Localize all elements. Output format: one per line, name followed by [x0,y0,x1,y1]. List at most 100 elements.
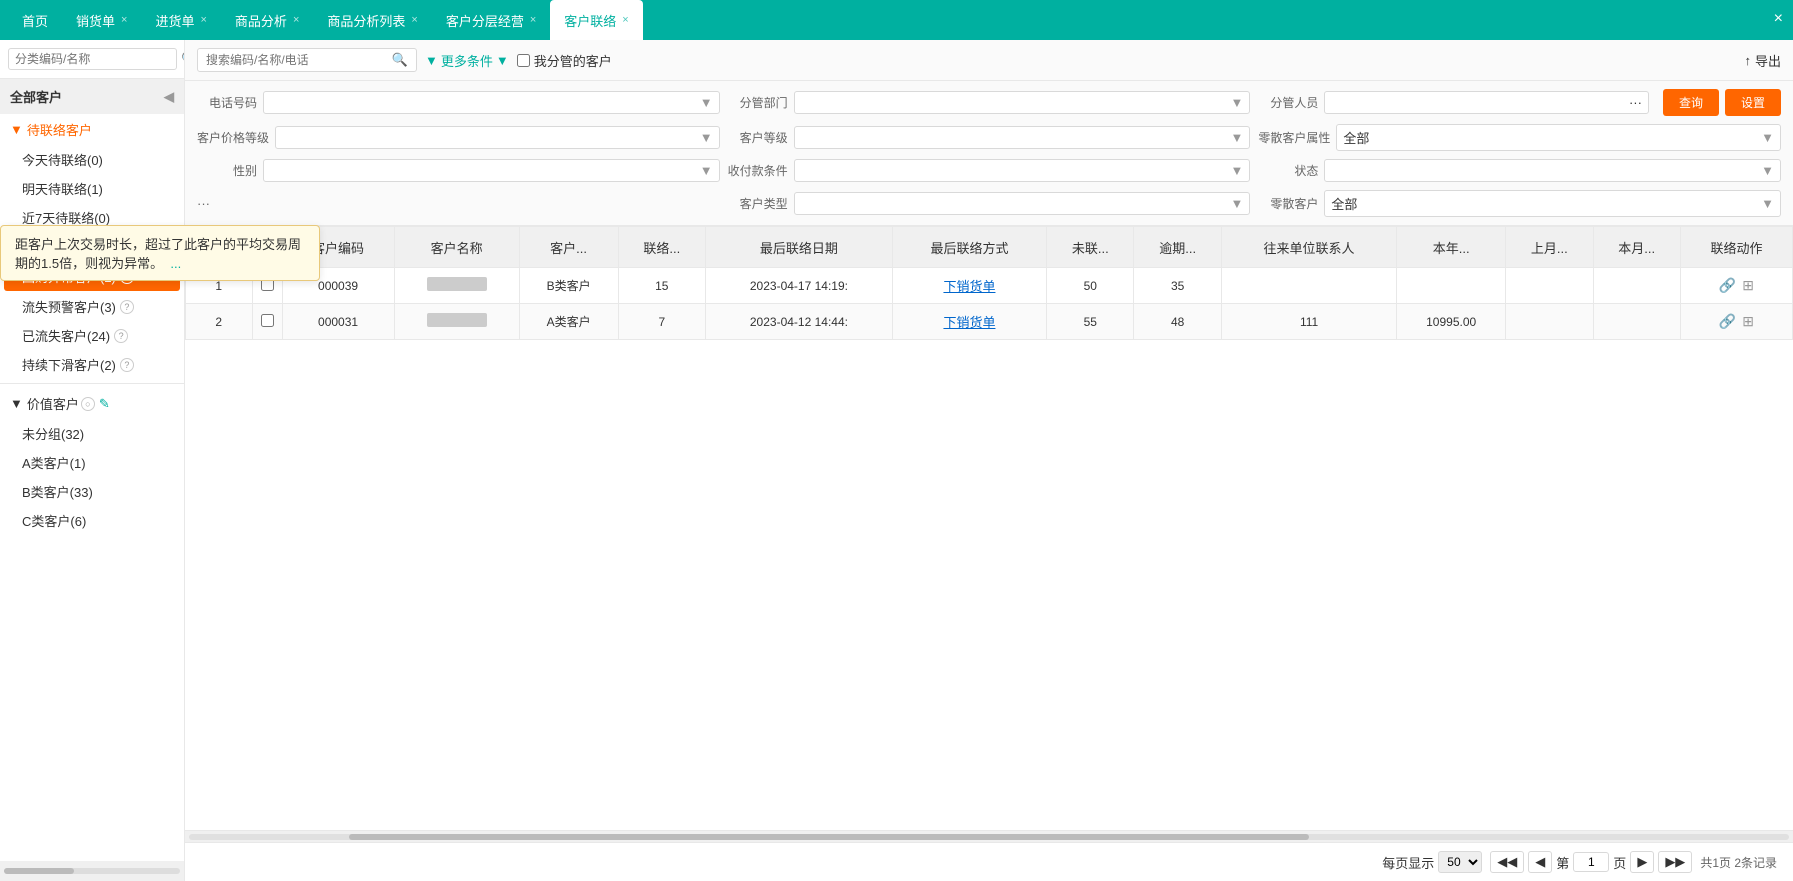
sidebar-scrollbar[interactable] [0,861,184,881]
col-this-month: 本月... [1593,227,1680,268]
tooltip-more[interactable]: ... [170,256,181,271]
customer-type-select[interactable]: ▼ [794,192,1251,215]
sidebar-search-input[interactable] [8,48,177,70]
nav-customer-contact[interactable]: 客户联络 × [550,0,642,40]
value-edit-icon[interactable]: ✎ [99,396,110,412]
more-filter-row: ··· [197,190,720,217]
row2-grid-icon[interactable]: ⊞ [1742,313,1754,330]
my-customers-checkbox[interactable]: 我分管的客户 [517,51,612,70]
col-last-contact-method: 最后联络方式 [892,227,1046,268]
retail-customer-select[interactable]: 全部 ▼ [1324,190,1781,217]
close-product-analysis-list-tab[interactable]: × [411,14,417,26]
value-customers-arrow: ▼ [10,396,23,411]
row1-contacts [1221,268,1396,304]
export-button[interactable]: ↑ 导出 [1744,51,1781,70]
payment-select[interactable]: ▼ [794,159,1251,182]
sidebar-item-b-class[interactable]: B类客户(33) [0,477,184,506]
customer-level-select[interactable]: ▼ [794,126,1251,149]
close-customer-contact-tab[interactable]: × [622,14,628,26]
price-level-select[interactable]: ▼ [275,126,720,149]
nav-sales[interactable]: 销货单 × [62,0,141,40]
branch-person-filter: 分管人员 ··· 查询 设置 [1258,89,1781,116]
row1-last-method[interactable]: 下销货单 [892,268,1046,304]
gender-filter: 性别 ▼ [197,159,720,182]
retail-attr-filter: 零散客户属性 全部 ▼ [1258,124,1781,151]
more-conditions-button[interactable]: ▼ 更多条件 ▼ [425,51,509,70]
continuous-down-info-icon[interactable]: ? [120,358,134,372]
row1-name-blurred [427,277,487,291]
close-customer-tier-tab[interactable]: × [530,14,536,26]
filter-bar: 🔍 ▼ 更多条件 ▼ 我分管的客户 ↑ 导出 [185,40,1793,81]
main-layout: 🔍 全部客户 ◀ ▼ 待联络客户 今天待联络(0) 明天待联络(1) 近7天待联… [0,40,1793,881]
sidebar-item-ungrouped[interactable]: 未分组(32) [0,419,184,448]
row1-grid-icon[interactable]: ⊞ [1742,277,1754,294]
nav-home[interactable]: 首页 [8,0,62,40]
row2-name-blurred [427,313,487,327]
query-button[interactable]: 查询 [1663,89,1719,116]
window-close-button[interactable]: × [1774,10,1783,28]
row2-this-month [1593,304,1680,340]
sidebar-item-a-class[interactable]: A类客户(1) [0,448,184,477]
sidebar-item-continuous-down[interactable]: 持续下滑客户(2) ? [0,350,184,379]
branch-dept-filter: 分管部门 ▼ [728,89,1251,116]
row2-overdue: 48 [1134,304,1221,340]
sidebar-item-lost-preview[interactable]: 流失预警客户(3) ? [0,292,184,321]
tooltip-box: 距客户上次交易时长，超过了此客户的平均交易周期的1.5倍，则视为异常。 ... [0,225,185,281]
sidebar-value-customers-group[interactable]: ▼ 价值客户 ○ ✎ [0,388,184,419]
row1-name [394,268,519,304]
row2-link-icon[interactable]: 🔗 [1719,313,1736,330]
nav-product-analysis[interactable]: 商品分析 × [221,0,313,40]
col-overdue: 逾期... [1134,227,1221,268]
table-area: ⚙ 客户编码 客户名称 客户... [185,226,1793,830]
retail-attr-select[interactable]: 全部 ▼ [1336,124,1781,151]
settings-button[interactable]: 设置 [1725,89,1781,116]
status-filter: 状态 ▼ [1258,159,1781,182]
row2-last-method[interactable]: 下销货单 [892,304,1046,340]
per-page-select[interactable]: 50 [1438,851,1482,873]
close-sales-tab[interactable]: × [121,14,127,26]
prev-page-button[interactable]: ◀ [1528,851,1552,873]
status-select[interactable]: ▼ [1324,159,1781,182]
nav-purchase[interactable]: 进货单 × [141,0,220,40]
scroll-thumb[interactable] [349,834,1309,840]
pending-contact-label: 待联络客户 [27,120,92,139]
nav-customer-tier[interactable]: 客户分层经营 × [432,0,550,40]
branch-dept-select[interactable]: ▼ [794,91,1251,114]
scroll-track[interactable] [189,834,1789,840]
next-page-button[interactable]: ▶ [1630,851,1654,873]
row1-link-icon[interactable]: 🔗 [1719,277,1736,294]
sidebar-item-today[interactable]: 今天待联络(0) [0,145,184,174]
close-product-analysis-tab[interactable]: × [293,14,299,26]
already-lost-info-icon[interactable]: ? [114,329,128,343]
sidebar-item-c-class[interactable]: C类客户(6) [0,506,184,535]
price-level-filter: 客户价格等级 ▼ [197,124,720,151]
close-purchase-tab[interactable]: × [200,14,206,26]
page-number-input[interactable] [1573,852,1609,872]
first-page-button[interactable]: ◀◀ [1490,851,1524,873]
row2-not-contacted: 55 [1047,304,1134,340]
pagination: 每页显示 50 ◀◀ ◀ 第 页 ▶ ▶▶ 共1页 2条记录 [185,842,1793,881]
sidebar-item-already-lost[interactable]: 已流失客户(24) ? [0,321,184,350]
sidebar-collapse-button[interactable]: ◀ [164,89,174,105]
my-customers-check[interactable] [517,54,530,67]
main-search-icon[interactable]: 🔍 [392,52,408,68]
lost-preview-info-icon[interactable]: ? [120,300,134,314]
col-contacts: 往来单位联系人 [1221,227,1396,268]
sidebar-pending-contact-group[interactable]: ▼ 待联络客户 [0,114,184,145]
row1-this-year [1397,268,1506,304]
export-icon: ↑ [1744,53,1751,68]
customer-type-filter: 客户类型 ▼ [728,190,1251,217]
last-page-button[interactable]: ▶▶ [1658,851,1692,873]
nav-product-analysis-list[interactable]: 商品分析列表 × [313,0,431,40]
sidebar-item-tomorrow[interactable]: 明天待联络(1) [0,174,184,203]
table-scrollbar[interactable] [185,830,1793,842]
branch-person-select[interactable]: ··· [1324,91,1649,114]
row2-checkbox[interactable] [252,304,282,340]
col-contact-count: 联络... [618,227,705,268]
table-row: 1 000039 B类客户 15 2023-04-17 14:19: 下销货单 … [186,268,1793,304]
gender-select[interactable]: ▼ [263,159,720,182]
main-search-input[interactable] [206,53,392,67]
search-box: 🔍 [197,48,417,72]
row2-check[interactable] [261,314,274,327]
phone-select[interactable]: ▼ [263,91,720,114]
